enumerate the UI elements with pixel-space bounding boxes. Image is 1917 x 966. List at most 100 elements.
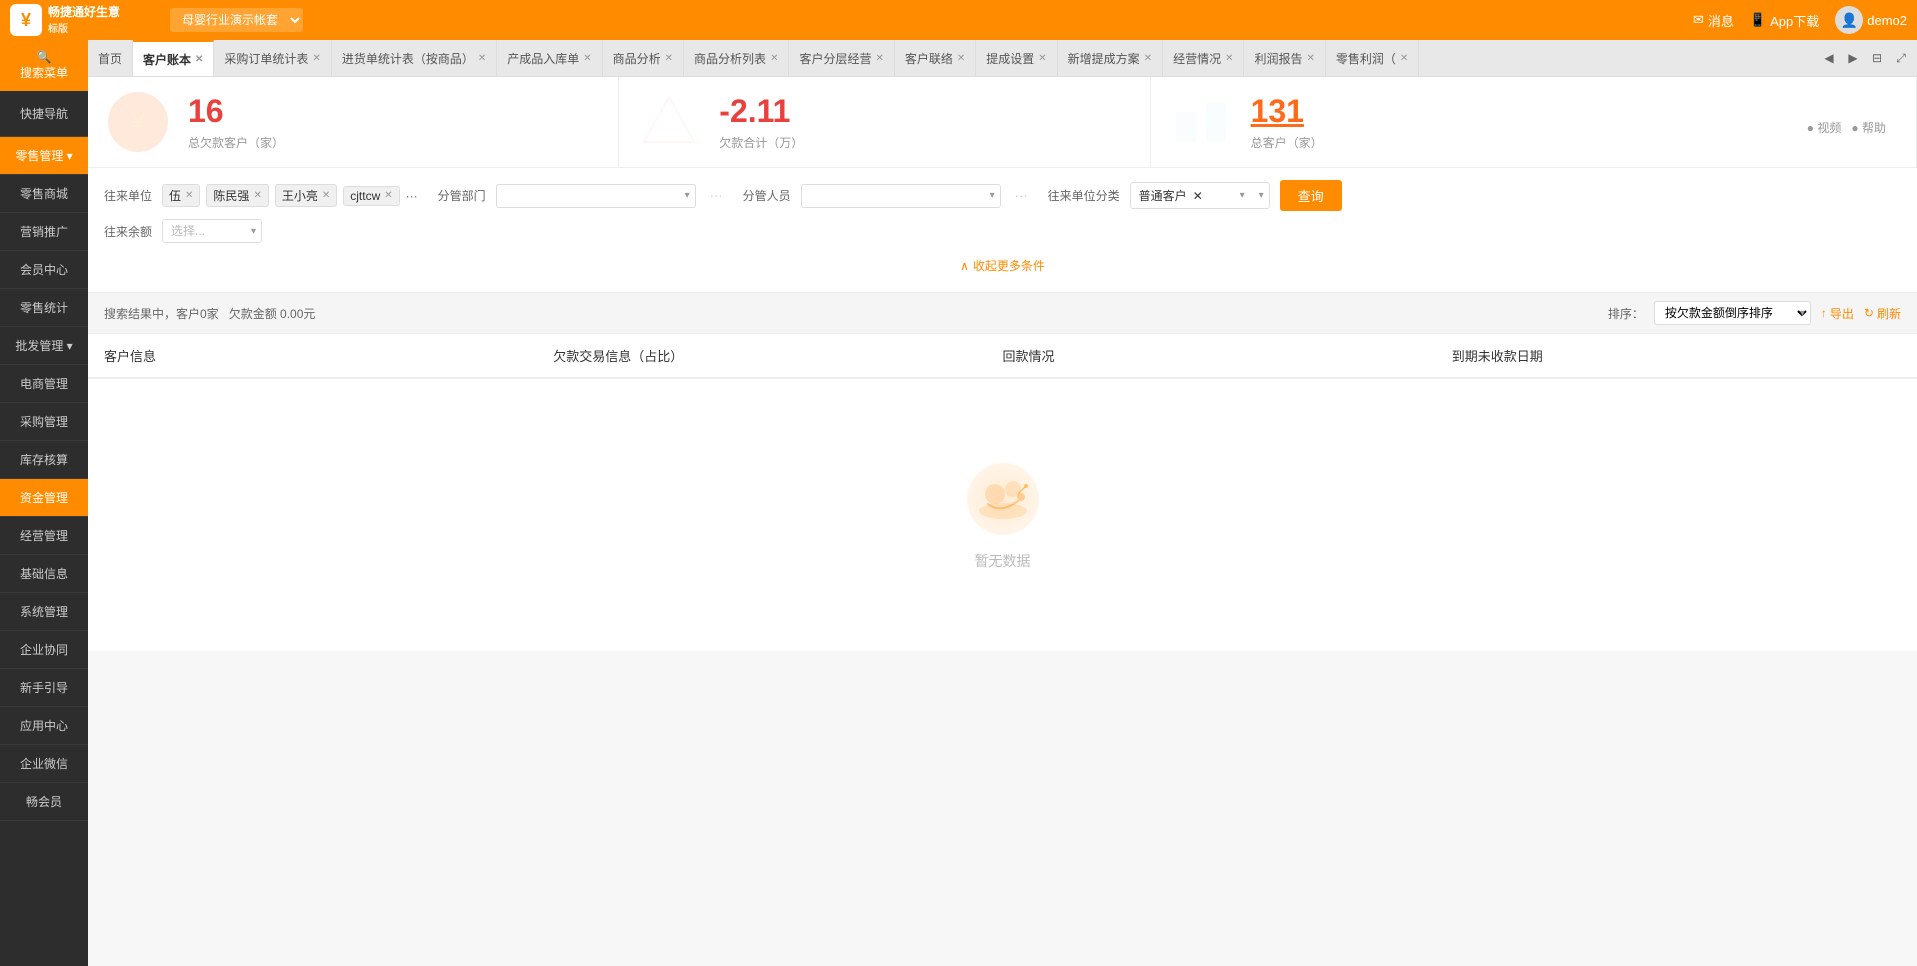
close-tab-new-commission[interactable]: ✕ [1144, 53, 1152, 64]
filter-label-unit-class: 往来单位分类 [1048, 187, 1120, 204]
refresh-btn[interactable]: ↻ 刷新 [1864, 305, 1901, 322]
filter-more-tags[interactable]: ··· [406, 189, 418, 203]
tab-customer-contact[interactable]: 客户联络 ✕ [895, 40, 976, 76]
sidebar-item-retail-stats[interactable]: 零售统计 [0, 289, 88, 327]
close-tab-customer-ledger[interactable]: ✕ [195, 54, 203, 65]
sort-select-wrap: 按欠款金额倒序排序 [1654, 301, 1811, 325]
sidebar-item-wechat[interactable]: 企业微信 [0, 745, 88, 783]
query-button[interactable]: 查询 [1280, 180, 1342, 211]
collapse-area: ∧ 收起更多条件 [104, 251, 1901, 280]
tab-customer-tier[interactable]: 客户分层经营 ✕ [789, 40, 894, 76]
collapse-btn[interactable]: ∧ 收起更多条件 [104, 251, 1901, 280]
close-tab-retail-profit[interactable]: ✕ [1400, 53, 1408, 64]
tab-new-commission[interactable]: 新增提成方案 ✕ [1058, 40, 1163, 76]
col-header-overdue: 到期未收款日期 [1452, 346, 1901, 365]
tab-customer-ledger[interactable]: 客户账本 ✕ [133, 40, 214, 76]
stat-value-area-3: 131 总客户（家） [1251, 93, 1323, 151]
close-tab-customer-tier[interactable]: ✕ [875, 53, 883, 64]
app-download-btn[interactable]: 📱 App下载 [1750, 11, 1819, 30]
sidebar-item-operation[interactable]: 经营管理 [0, 517, 88, 555]
stat-icon-debtors: ¥ [108, 92, 168, 152]
tab-bar: 首页 客户账本 ✕ 采购订单统计表 ✕ 进货单统计表（按商品） ✕ 产成品入库单… [88, 40, 1917, 77]
stat-card-customers: 131 总客户（家） ● 视频 ● 帮助 [1151, 77, 1917, 167]
sidebar-item-member2[interactable]: 畅会员 [0, 783, 88, 821]
filter-label-unit: 往来单位 [104, 187, 152, 204]
dept-select-wrap [496, 184, 696, 208]
sort-select[interactable]: 按欠款金额倒序排序 [1654, 301, 1811, 325]
tab-product-analysis[interactable]: 商品分析 ✕ [603, 40, 684, 76]
close-tab-profit[interactable]: ✕ [1307, 53, 1315, 64]
video-link[interactable]: ● 视频 [1807, 119, 1842, 136]
close-tag-cjttcw[interactable]: ✕ [384, 190, 392, 201]
help-links: ● 视频 ● 帮助 [1807, 109, 1886, 136]
close-tab-product[interactable]: ✕ [583, 53, 591, 64]
tab-more[interactable]: ⊟ [1867, 48, 1887, 68]
result-amount: 欠款金额 0.00元 [229, 305, 316, 322]
tab-product-analysis-list[interactable]: 商品分析列表 ✕ [684, 40, 789, 76]
close-tab-analysis[interactable]: ✕ [665, 53, 673, 64]
tab-commission-settings[interactable]: 提成设置 ✕ [976, 40, 1057, 76]
export-icon: ↑ [1821, 306, 1827, 320]
sidebar-item-wholesale[interactable]: 批发管理 ▾ [0, 327, 88, 365]
sort-label: 排序： [1608, 305, 1644, 322]
result-actions: 排序： 按欠款金额倒序排序 ↑ 导出 ↻ 刷新 [1608, 301, 1901, 325]
close-tag-wang[interactable]: ✕ [322, 190, 330, 201]
balance-select-wrap: 选择... [162, 219, 262, 243]
sidebar-quick-nav: 快捷导航 [0, 91, 88, 137]
sidebar-item-appstore[interactable]: 应用中心 [0, 707, 88, 745]
sidebar-item-marketing[interactable]: 营销推广 [0, 213, 88, 251]
tab-fullscreen[interactable]: ⤢ [1891, 48, 1911, 68]
sidebar-item-member[interactable]: 会员中心 [0, 251, 88, 289]
close-tab-incoming[interactable]: ✕ [478, 53, 486, 64]
help-link[interactable]: ● 帮助 [1851, 119, 1886, 136]
dept-select[interactable] [496, 184, 696, 208]
filter-tag-wang: 王小亮 ✕ [275, 184, 337, 207]
search-result-bar: 搜索结果中，客户0家 欠款金额 0.00元 排序： 按欠款金额倒序排序 ↑ 导出 [88, 293, 1917, 334]
sidebar-item-system[interactable]: 系统管理 [0, 593, 88, 631]
tab-scroll-right[interactable]: ▶ [1843, 48, 1863, 68]
sidebar-item-purchase[interactable]: 采购管理 [0, 403, 88, 441]
app-name: 畅捷通好生意 [48, 5, 120, 19]
tab-product-instock[interactable]: 产成品入库单 ✕ [497, 40, 602, 76]
no-data-text: 暂无数据 [975, 551, 1031, 571]
download-icon: 📱 [1750, 12, 1766, 28]
tab-purchase-stats[interactable]: 采购订单统计表 ✕ [214, 40, 331, 76]
message-btn[interactable]: ✉ 消息 [1693, 11, 1734, 30]
unit-class-display[interactable]: 普通客户 ✕ ▾ [1130, 182, 1270, 209]
close-tab-purchase-stats[interactable]: ✕ [312, 53, 320, 64]
close-tab-commission[interactable]: ✕ [1038, 53, 1046, 64]
sidebar-item-enterprise[interactable]: 企业协同 [0, 631, 88, 669]
sidebar-item-guide[interactable]: 新手引导 [0, 669, 88, 707]
sidebar-item-retail-mall[interactable]: 零售商城 [0, 175, 88, 213]
sidebar-item-ecommerce[interactable]: 电商管理 [0, 365, 88, 403]
person-select[interactable] [801, 184, 1001, 208]
close-unit-class[interactable]: ✕ [1193, 189, 1203, 203]
sidebar-item-basic[interactable]: 基础信息 [0, 555, 88, 593]
account-selector[interactable]: 母婴行业演示帐套 [170, 8, 303, 32]
tab-profit-report[interactable]: 利润报告 ✕ [1244, 40, 1325, 76]
close-tab-contact[interactable]: ✕ [957, 53, 965, 64]
data-table: 客户信息 欠款交易信息（占比） 回款情况 到期未收款日期 [88, 334, 1917, 651]
filter-area: 往来单位 伍 ✕ 陈民强 ✕ 王小亮 [88, 168, 1917, 293]
export-btn[interactable]: ↑ 导出 [1821, 305, 1854, 322]
close-tab-analysis-list[interactable]: ✕ [770, 53, 778, 64]
tab-retail-profit[interactable]: 零售利润（ ✕ [1326, 40, 1419, 76]
col-header-repayment: 回款情况 [1003, 346, 1452, 365]
tab-home[interactable]: 首页 [88, 40, 133, 76]
close-tab-business[interactable]: ✕ [1225, 53, 1233, 64]
tab-scroll-left[interactable]: ◀ [1819, 48, 1839, 68]
table-header: 客户信息 欠款交易信息（占比） 回款情况 到期未收款日期 [88, 334, 1917, 379]
stat-value-customers[interactable]: 131 [1251, 93, 1323, 130]
tab-business-status[interactable]: 经营情况 ✕ [1163, 40, 1244, 76]
user-menu[interactable]: 👤 demo2 [1835, 6, 1907, 34]
balance-select[interactable]: 选择... [162, 219, 262, 243]
sidebar-item-retail[interactable]: 零售管理 ▾ [0, 137, 88, 175]
close-tag-wu[interactable]: ✕ [185, 190, 193, 201]
sidebar-item-inventory[interactable]: 库存核算 [0, 441, 88, 479]
sidebar-item-quick-nav[interactable]: 快捷导航 [0, 97, 88, 130]
tab-incoming-stats[interactable]: 进货单统计表（按商品） ✕ [332, 40, 497, 76]
sidebar-search[interactable]: 🔍 搜索菜单 [0, 40, 88, 91]
sidebar-item-finance[interactable]: 资金管理 [0, 479, 88, 517]
close-tag-chen[interactable]: ✕ [253, 190, 261, 201]
logo-symbol: ¥ [21, 10, 31, 31]
